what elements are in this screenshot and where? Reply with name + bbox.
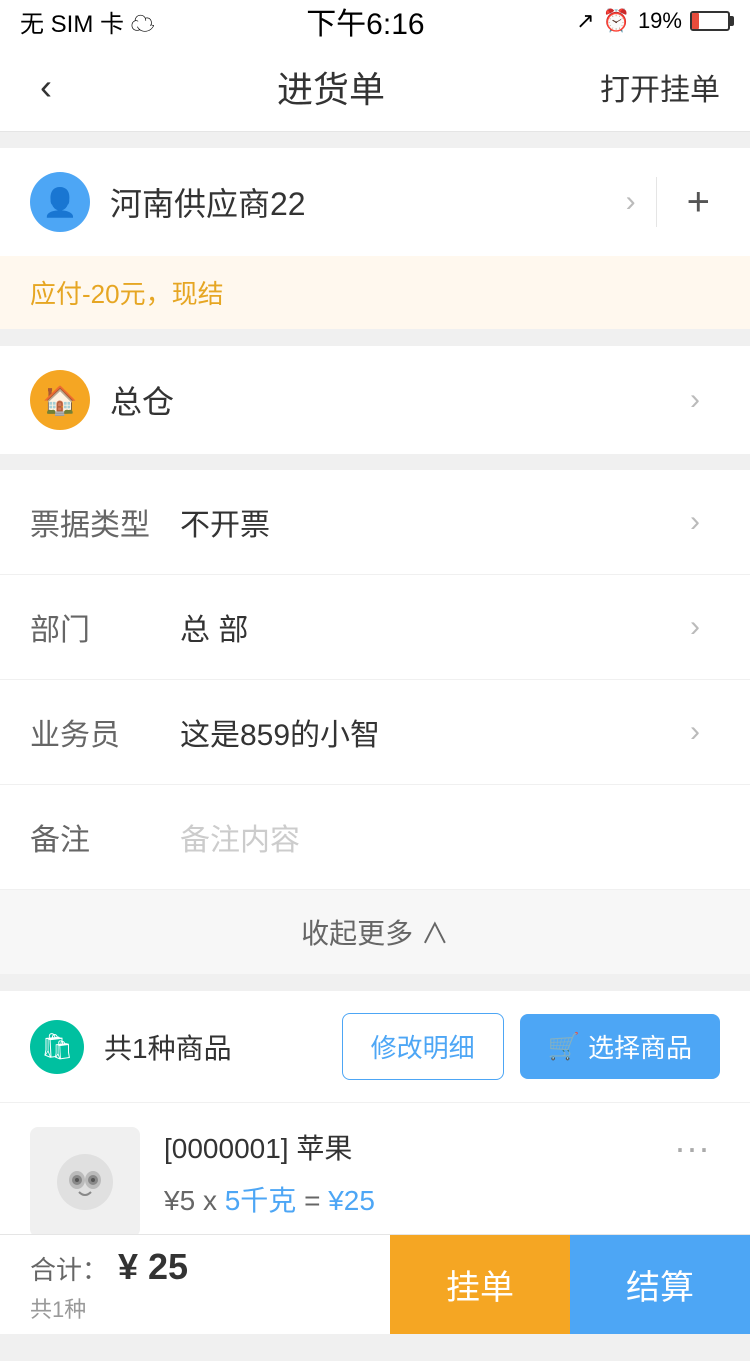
- salesperson-row[interactable]: 业务员 这是859的小智 ›: [0, 680, 750, 785]
- separator-1: [0, 132, 750, 148]
- product-count-icon: 🛍: [30, 1020, 84, 1074]
- remark-value[interactable]: 备注内容: [170, 815, 720, 859]
- product-code: [0000001]: [164, 1133, 289, 1164]
- invoice-chevron-icon: ›: [690, 505, 700, 539]
- edit-detail-button[interactable]: 修改明细: [342, 1013, 504, 1080]
- nav-bar: ‹ 进货单 打开挂单: [0, 42, 750, 132]
- select-product-button[interactable]: 🛒 选择商品: [520, 1014, 720, 1079]
- location-icon: ↗: [576, 8, 594, 34]
- product-total: ¥25: [328, 1185, 375, 1216]
- product-price-line: ¥5 x 5千克 = ¥25: [164, 1179, 664, 1219]
- notice-text: 应付-20元，现结: [30, 279, 224, 309]
- warehouse-name: 总仓: [110, 377, 690, 423]
- product-multiply: x: [203, 1185, 225, 1216]
- notice-bar: 应付-20元，现结: [0, 256, 750, 329]
- hang-button[interactable]: 挂单: [390, 1235, 570, 1334]
- product-thumb-owl-icon: [55, 1152, 115, 1212]
- warehouse-icon: 🏠: [30, 370, 90, 430]
- battery-icon: [690, 11, 730, 31]
- warehouse-row[interactable]: 🏠 总仓 ›: [0, 345, 750, 454]
- status-left: 无 SIM 卡 ☁: [20, 4, 155, 39]
- product-header: 🛍 共1种商品 修改明细 🛒 选择商品: [0, 990, 750, 1102]
- salesperson-value: 这是859的小智: [170, 710, 690, 754]
- product-title: 苹果: [296, 1133, 352, 1164]
- warehouse-chevron-icon: ›: [690, 383, 700, 417]
- invoice-value: 不开票: [170, 500, 690, 544]
- total-amount: ¥ 25: [118, 1246, 188, 1288]
- status-right: ↗ ⏰ 19%: [576, 8, 730, 34]
- sim-status: 无 SIM 卡 ☁: [20, 4, 155, 39]
- status-bar: 无 SIM 卡 ☁ 下午6:16 ↗ ⏰ 19%: [0, 0, 750, 42]
- product-info: [0000001] 苹果 ¥5 x 5千克 = ¥25: [164, 1127, 664, 1219]
- separator-2: [0, 329, 750, 345]
- bottom-bar: 合计： ¥ 25 共1种 挂单 结算: [0, 1234, 750, 1334]
- total-label: 合计：: [30, 1250, 108, 1287]
- bottom-summary: 合计： ¥ 25 共1种: [0, 1235, 390, 1334]
- open-hang-button[interactable]: 打开挂单: [600, 65, 720, 109]
- supplier-row[interactable]: 👤 河南供应商22 › +: [0, 148, 750, 256]
- add-button[interactable]: +: [677, 180, 720, 225]
- warehouse-symbol: 🏠: [43, 384, 78, 417]
- product-price: ¥5: [164, 1185, 195, 1216]
- select-product-label: 选择商品: [588, 1028, 692, 1065]
- supplier-chevron-icon: ›: [626, 185, 636, 219]
- department-value: 总 部: [170, 605, 690, 649]
- supplier-avatar: 👤: [30, 172, 90, 232]
- separator-4: [0, 974, 750, 990]
- product-thumbnail: [30, 1127, 140, 1237]
- salesperson-chevron-icon: ›: [690, 715, 700, 749]
- collapse-button[interactable]: 收起更多 ∧: [0, 890, 750, 974]
- product-more-button[interactable]: ···: [664, 1127, 720, 1169]
- department-chevron-icon: ›: [690, 610, 700, 644]
- summary-total: 合计： ¥ 25: [30, 1246, 360, 1288]
- invoice-label: 票据类型: [30, 500, 170, 544]
- back-button[interactable]: ‹: [30, 56, 62, 118]
- product-name: [0000001] 苹果: [164, 1127, 664, 1167]
- separator-3: [0, 454, 750, 470]
- product-count-text: 共1种商品: [104, 1027, 342, 1067]
- status-time: 下午6:16: [306, 0, 424, 43]
- salesperson-label: 业务员: [30, 710, 170, 754]
- collapse-label: 收起更多 ∧: [301, 918, 449, 949]
- alarm-icon: ⏰: [603, 8, 630, 34]
- divider: [656, 177, 657, 227]
- remark-label: 备注: [30, 815, 170, 859]
- supplier-name: 河南供应商22: [110, 179, 626, 225]
- summary-count: 共1种: [30, 1292, 360, 1324]
- product-equals: =: [304, 1185, 328, 1216]
- remark-row[interactable]: 备注 备注内容: [0, 785, 750, 890]
- avatar-icon: 👤: [43, 186, 78, 219]
- cart-icon: 🛍: [40, 1031, 73, 1062]
- form-section: 票据类型 不开票 › 部门 总 部 › 业务员 这是859的小智 › 备注 备注…: [0, 470, 750, 890]
- department-label: 部门: [30, 605, 170, 649]
- page-title: 进货单: [277, 61, 385, 113]
- battery-text: 19%: [638, 8, 682, 34]
- invoice-type-row[interactable]: 票据类型 不开票 ›: [0, 470, 750, 575]
- supplier-section: 👤 河南供应商22 › + 应付-20元，现结: [0, 148, 750, 329]
- department-row[interactable]: 部门 总 部 ›: [0, 575, 750, 680]
- product-quantity: 5千克: [225, 1185, 297, 1216]
- select-product-icon: 🛒: [548, 1031, 580, 1062]
- checkout-button[interactable]: 结算: [570, 1235, 750, 1334]
